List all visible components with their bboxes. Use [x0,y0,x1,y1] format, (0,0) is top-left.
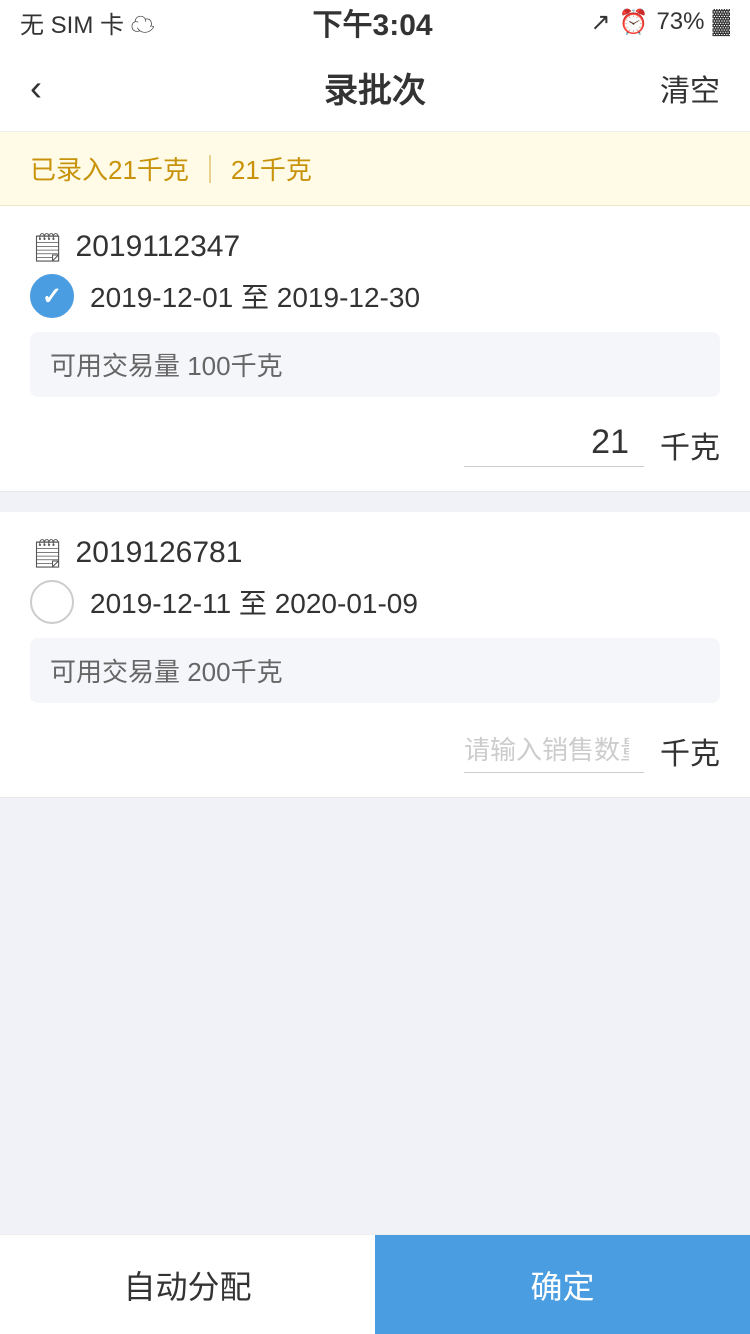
batch-card-1: 🗒 2019112347 ✓ 2019-12-01 至 2019-12-30 可… [0,206,750,492]
battery-label: 73% [656,8,704,36]
batch-date-2: 2019-12-11 至 2020-01-09 [90,582,418,622]
batch-header-1: 🗒 2019112347 [0,206,750,274]
batch-id-icon-1: 🗒 [30,231,66,264]
check-mark-1: ✓ [42,282,62,311]
recorded-label: 已录入21千克 [30,150,189,187]
batch-quantity-input-1[interactable] [464,423,644,467]
card-divider-1 [0,492,750,512]
status-left: 无 SIM 卡 ☁ [20,5,155,40]
batch-radio-1[interactable]: ✓ [30,274,74,318]
auto-distribute-button[interactable]: 自动分配 [0,1235,375,1334]
batch-volume-1: 可用交易量 100千克 [50,351,283,381]
batch-date-1: 2019-12-01 至 2019-12-30 [90,276,420,316]
batch-input-row-1: 千克 [0,413,750,492]
batch-id-icon-2: 🗒 [30,537,66,570]
batch-id-2: 2019126781 [76,536,243,570]
battery-icon: ▓ [712,8,730,36]
summary-divider [209,155,211,183]
total-label: 21千克 [231,150,312,187]
page-title: 录批次 [324,63,426,112]
status-time: 下午3:04 [313,0,433,44]
batch-input-row-2: 千克 [0,719,750,798]
batch-volume-row-2: 可用交易量 200千克 [30,638,720,703]
status-bar: 无 SIM 卡 ☁ 下午3:04 ↗ ⏰ 73% ▓ [0,0,750,44]
batch-unit-2: 千克 [660,729,720,773]
batch-radio-2[interactable] [30,580,74,624]
batch-quantity-input-2[interactable] [464,729,644,773]
bottom-bar: 自动分配 确定 [0,1234,750,1334]
batch-unit-1: 千克 [660,423,720,467]
batch-header-2: 🗒 2019126781 [0,512,750,580]
batch-volume-row-1: 可用交易量 100千克 [30,332,720,397]
alarm-icon: ⏰ [619,8,649,37]
batch-volume-2: 可用交易量 200千克 [50,657,283,687]
clear-button[interactable]: 清空 [660,66,720,110]
location-icon: ↗ [590,8,610,37]
status-right: ↗ ⏰ 73% ▓ [590,8,730,37]
sim-label: 无 SIM 卡 ☁ [20,5,155,40]
batch-date-row-1: ✓ 2019-12-01 至 2019-12-30 [0,274,750,332]
batch-card-2: 🗒 2019126781 2019-12-11 至 2020-01-09 可用交… [0,512,750,798]
confirm-button[interactable]: 确定 [375,1235,750,1334]
back-button[interactable]: ‹ [30,67,90,109]
batch-date-row-2: 2019-12-11 至 2020-01-09 [0,580,750,638]
batch-id-1: 2019112347 [76,230,241,264]
nav-bar: ‹ 录批次 清空 [0,44,750,132]
summary-banner: 已录入21千克 21千克 [0,132,750,206]
empty-area [0,798,750,1258]
